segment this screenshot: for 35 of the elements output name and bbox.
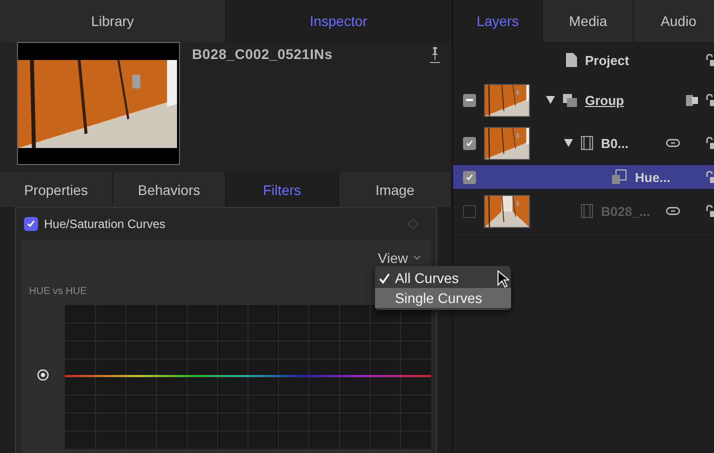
film-icon (581, 136, 593, 150)
pointer-icon (497, 270, 509, 288)
clip-title: B028_C002_0521INs (191, 45, 334, 64)
disclosure-triangle-icon[interactable] (546, 96, 555, 104)
pin-icon[interactable] (430, 46, 440, 64)
group-icon (563, 94, 577, 106)
curve-label: HUE vs HUE (29, 286, 87, 298)
minus-icon (466, 99, 473, 101)
layer-checkbox[interactable] (463, 136, 476, 150)
filter-checkbox[interactable] (24, 217, 38, 231)
layer-checkbox[interactable] (463, 94, 476, 106)
layer-name[interactable]: Group (585, 92, 624, 108)
view-dropdown[interactable]: View (378, 246, 421, 270)
link-icon[interactable] (666, 139, 680, 147)
film-icon (581, 204, 593, 218)
panel-tab[interactable]: Layers (453, 0, 544, 42)
filter-name: Hue/Saturation Curves (44, 217, 166, 231)
checkmark-icon (379, 272, 390, 284)
disclosure-triangle-icon[interactable] (564, 139, 573, 147)
layer-name[interactable]: Hue... (635, 170, 670, 184)
checkmark-icon (466, 140, 473, 146)
project-label[interactable]: Project (585, 52, 630, 68)
panel-tab[interactable]: Inspector (226, 0, 452, 42)
checkmark-icon (27, 220, 35, 228)
radio-icon[interactable] (37, 369, 49, 381)
checkmark-icon (466, 174, 473, 180)
blend-icon (686, 94, 698, 106)
sub-tab[interactable]: Filters (226, 172, 339, 207)
chevron-down-icon (413, 255, 421, 261)
document-icon (566, 53, 577, 67)
menu-item[interactable]: All Curves (375, 268, 511, 288)
layer-name[interactable]: B0... (601, 136, 628, 150)
menu-item[interactable]: Single Curves (375, 288, 511, 308)
layer-checkbox[interactable] (463, 170, 476, 184)
filter-icon (611, 169, 627, 185)
